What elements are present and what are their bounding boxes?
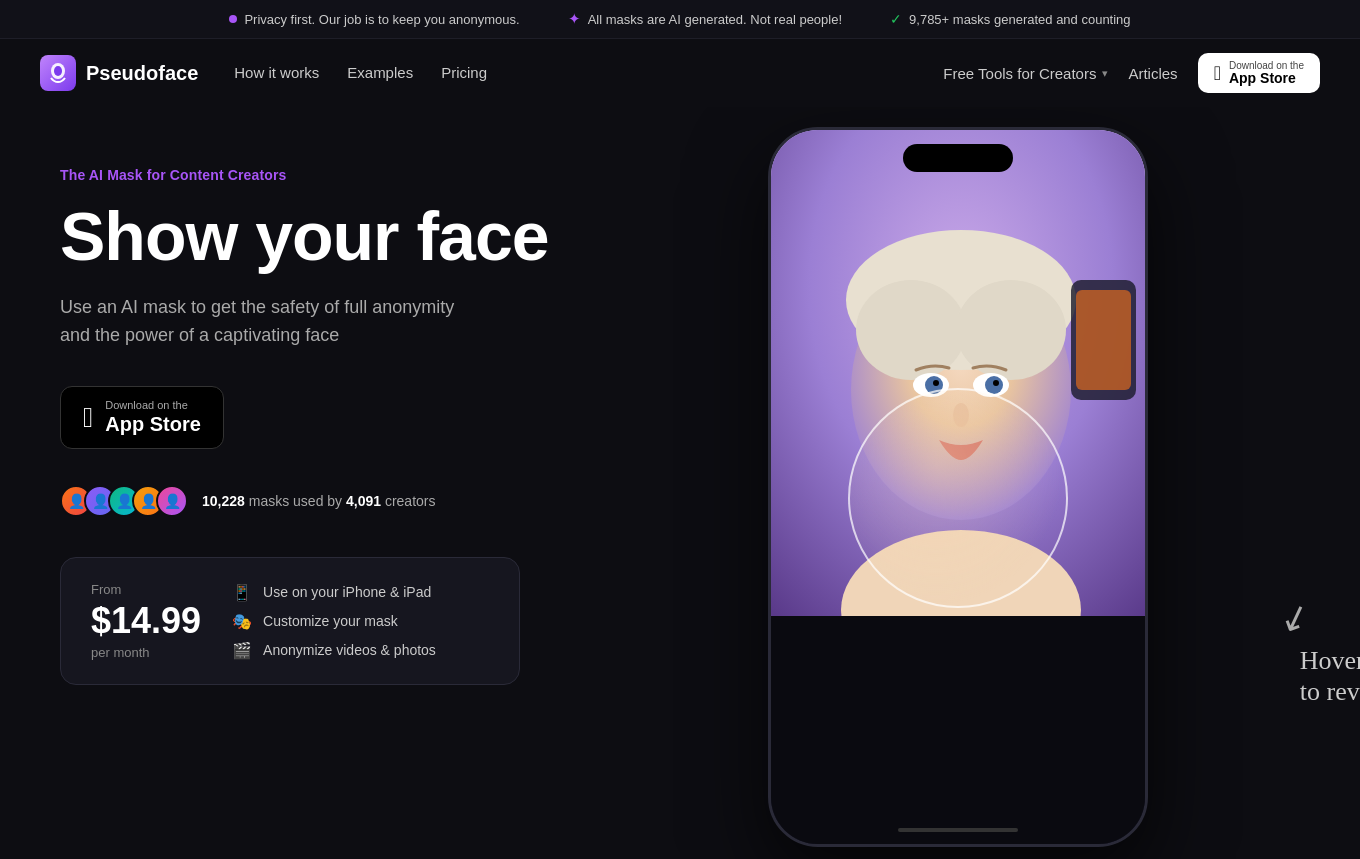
hover-arrow-icon: ↙ xyxy=(1273,593,1316,643)
hero-title: Show your face xyxy=(60,201,708,272)
nav-item-examples: Examples xyxy=(347,64,413,82)
phone-wrapper xyxy=(768,127,1188,859)
svg-point-10 xyxy=(933,380,939,386)
apple-icon:  xyxy=(1214,62,1221,85)
avatar-group: 👤 👤 👤 👤 👤 xyxy=(60,485,188,517)
phone-bottom-area xyxy=(771,616,1145,844)
social-creators-label: creators xyxy=(385,493,436,509)
feature-customize-label: Customize your mask xyxy=(263,613,398,629)
appstore-main-text: Download on the App Store xyxy=(105,399,201,436)
mask-icon: 🎭 xyxy=(231,612,253,631)
pricing-from-label: From xyxy=(91,582,201,597)
feature-anonymize-label: Anonymize videos & photos xyxy=(263,642,436,658)
phone-screen xyxy=(771,130,1145,844)
logo-text: Pseudoface xyxy=(86,62,198,85)
face-circle-overlay xyxy=(848,388,1068,608)
chevron-down-icon: ▾ xyxy=(1102,67,1108,80)
phone-mockup xyxy=(768,127,1148,847)
hero-right: ↙ Hover to reveal xyxy=(748,107,1360,859)
hero-left: The AI Mask for Content Creators Show yo… xyxy=(0,107,748,859)
pricing-features: 📱 Use on your iPhone & iPad 🎭 Customize … xyxy=(231,582,436,660)
sparkle-icon: ✦ xyxy=(568,10,581,28)
svg-point-1 xyxy=(54,66,62,76)
hero-subtitle-line2: and the power of a captivating face xyxy=(60,325,339,345)
free-tools-label: Free Tools for Creators xyxy=(943,65,1096,82)
hover-line1: Hover xyxy=(1300,646,1360,675)
topbar: Privacy first. Our job is to keep you an… xyxy=(0,0,1360,39)
video-icon: 🎬 xyxy=(231,641,253,660)
nav-link-how-it-works[interactable]: How it works xyxy=(234,64,319,81)
nav-link-pricing[interactable]: Pricing xyxy=(441,64,487,81)
topbar-privacy: Privacy first. Our job is to keep you an… xyxy=(229,12,519,27)
hero-tagline: The AI Mask for Content Creators xyxy=(60,167,708,183)
topbar-privacy-text: Privacy first. Our job is to keep you an… xyxy=(244,12,519,27)
appstore-main-button[interactable]:  Download on the App Store xyxy=(60,386,224,449)
phone-notch xyxy=(903,144,1013,172)
topbar-ai: ✦ All masks are AI generated. Not real p… xyxy=(568,10,842,28)
social-creator-count: 4,091 xyxy=(346,493,381,509)
avatar-5: 👤 xyxy=(156,485,188,517)
appstore-nav-button[interactable]:  Download on the App Store xyxy=(1198,53,1320,93)
nav-item-how: How it works xyxy=(234,64,319,82)
topbar-ai-text: All masks are AI generated. Not real peo… xyxy=(588,12,842,27)
check-icon: ✓ xyxy=(890,11,902,27)
social-proof: 👤 👤 👤 👤 👤 10,228 masks used by 4,091 cre… xyxy=(60,485,708,517)
feature-customize: 🎭 Customize your mask xyxy=(231,612,436,631)
download-on-label: Download on the xyxy=(105,399,201,412)
hover-line2: to reveal xyxy=(1300,677,1360,706)
topbar-count-text: 9,785+ masks generated and counting xyxy=(909,12,1131,27)
hero-subtitle: Use an AI mask to get the safety of full… xyxy=(60,294,540,350)
svg-point-6 xyxy=(856,280,966,380)
feature-iphone: 📱 Use on your iPhone & iPad xyxy=(231,583,436,602)
pricing-amount: $14.99 xyxy=(91,601,201,641)
navbar: Pseudoface How it works Examples Pricing… xyxy=(0,39,1360,107)
feature-iphone-label: Use on your iPhone & iPad xyxy=(263,584,431,600)
hero-subtitle-line1: Use an AI mask to get the safety of full… xyxy=(60,297,454,317)
logo-icon xyxy=(40,55,76,91)
social-mask-count: 10,228 xyxy=(202,493,245,509)
apple-big-icon:  xyxy=(83,402,93,434)
appstore-text-wrap: Download on the App Store xyxy=(1229,61,1304,85)
appstore-big-text: App Store xyxy=(1229,71,1304,85)
nav-item-pricing: Pricing xyxy=(441,64,487,82)
iphone-icon: 📱 xyxy=(231,583,253,602)
nav-link-examples[interactable]: Examples xyxy=(347,64,413,81)
home-indicator xyxy=(898,828,1018,832)
articles-link[interactable]: Articles xyxy=(1128,65,1177,82)
pricing-card: From $14.99 per month 📱 Use on your iPho… xyxy=(60,557,520,685)
social-stats-text: 10,228 masks used by 4,091 creators xyxy=(202,493,436,509)
svg-rect-16 xyxy=(1076,290,1131,390)
free-tools-button[interactable]: Free Tools for Creators ▾ xyxy=(943,65,1108,82)
svg-point-7 xyxy=(956,280,1066,380)
logo-link[interactable]: Pseudoface xyxy=(40,55,198,91)
feature-anonymize: 🎬 Anonymize videos & photos xyxy=(231,641,436,660)
pricing-left: From $14.99 per month xyxy=(91,582,201,660)
pricing-period: per month xyxy=(91,645,201,660)
hover-reveal-annotation: ↙ Hover to reveal xyxy=(1280,597,1360,707)
app-store-label: App Store xyxy=(105,412,201,436)
topbar-count: ✓ 9,785+ masks generated and counting xyxy=(890,11,1131,27)
hero-section: The AI Mask for Content Creators Show yo… xyxy=(0,107,1360,859)
hover-reveal-text: Hover to reveal xyxy=(1300,645,1360,707)
svg-point-13 xyxy=(993,380,999,386)
navbar-left: Pseudoface How it works Examples Pricing xyxy=(40,55,487,91)
nav-links: How it works Examples Pricing xyxy=(234,64,487,82)
privacy-dot xyxy=(229,15,237,23)
navbar-right: Free Tools for Creators ▾ Articles  Dow… xyxy=(943,53,1320,93)
social-masks-used: masks used by xyxy=(249,493,342,509)
